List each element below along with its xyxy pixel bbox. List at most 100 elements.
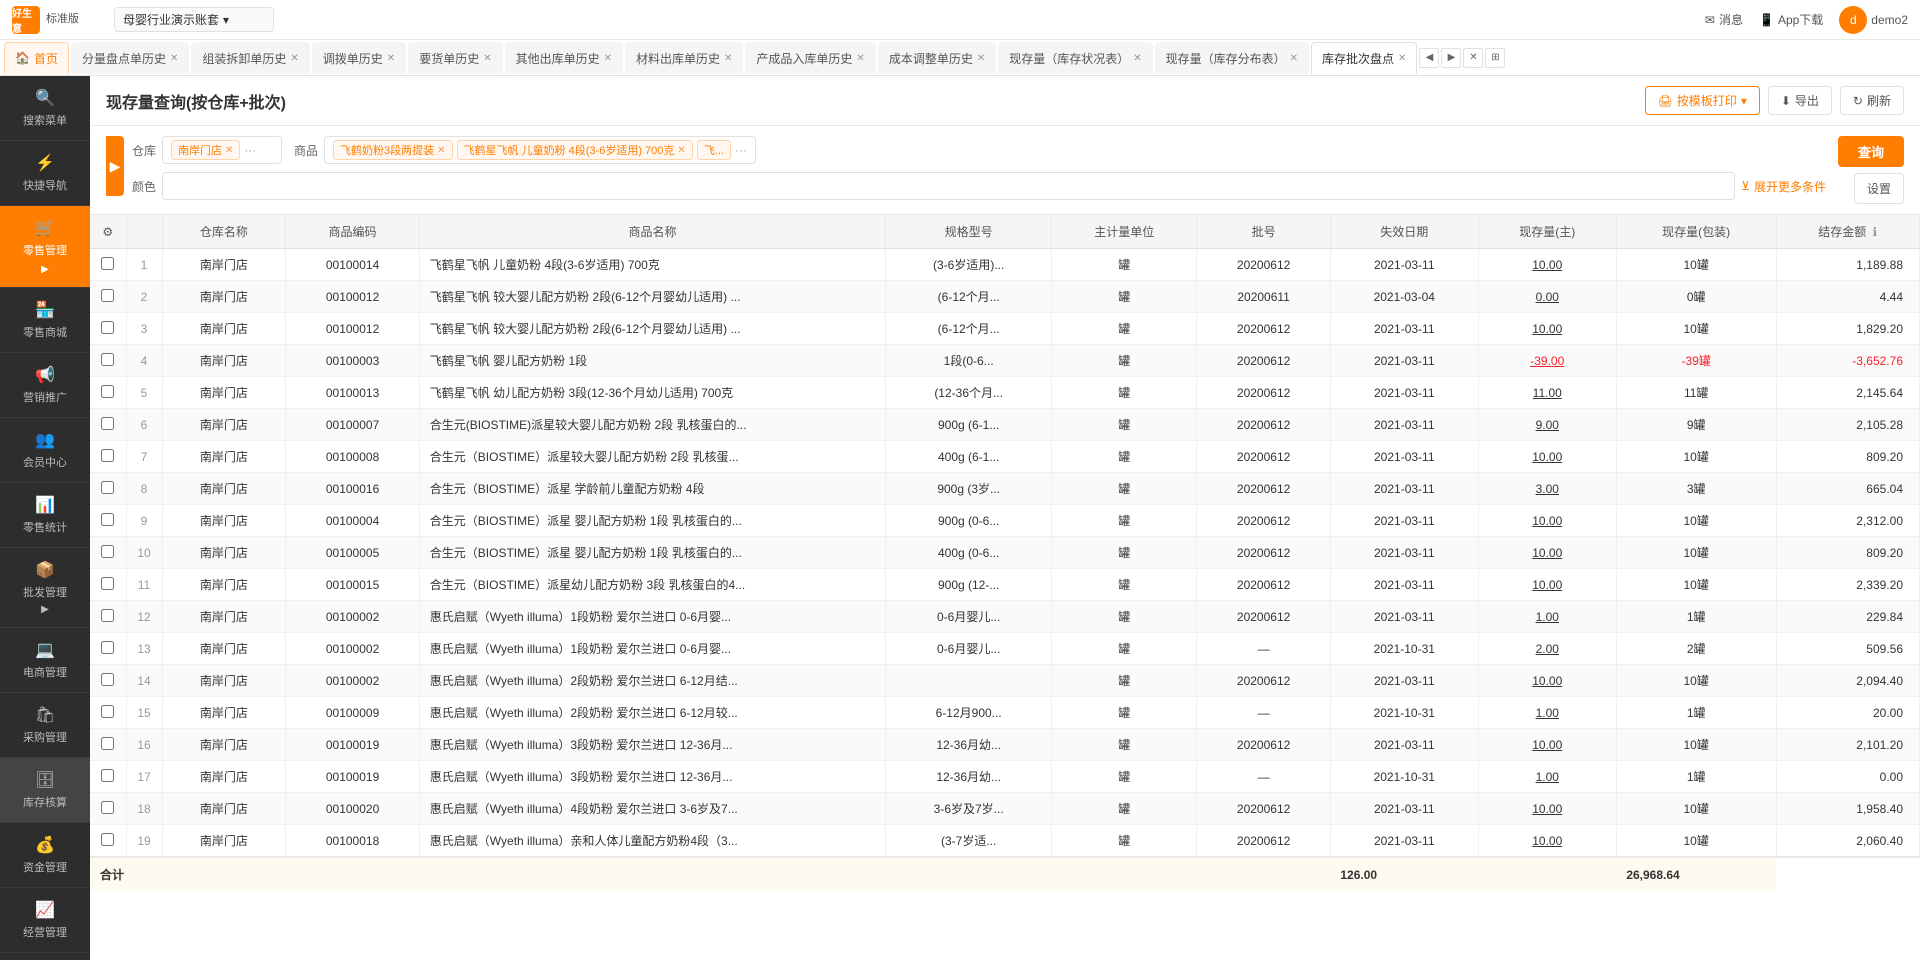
tab-cailiao[interactable]: 材料出库单历史 ✕: [625, 42, 743, 74]
row-checkbox[interactable]: [90, 377, 126, 409]
row-checkbox[interactable]: [90, 697, 126, 729]
row-checkbox[interactable]: [90, 249, 126, 281]
row-stock-main[interactable]: 1.00: [1478, 697, 1616, 729]
tab-close-cailiao[interactable]: ✕: [724, 53, 732, 64]
row-checkbox[interactable]: [90, 665, 126, 697]
tab-qita[interactable]: 其他出库单历史 ✕: [505, 42, 623, 74]
row-stock-main[interactable]: 0.00: [1478, 281, 1616, 313]
tab-close-yaohuo[interactable]: ✕: [483, 53, 491, 64]
expand-more-button[interactable]: ⊻ 展开更多条件: [1741, 178, 1826, 195]
warehouse-more[interactable]: ···: [244, 143, 256, 157]
sidebar-item-base[interactable]: ℹ 基础信息: [0, 953, 90, 960]
row-checkbox[interactable]: [90, 409, 126, 441]
sidebar-item-ecom[interactable]: 💻 电商管理: [0, 628, 90, 693]
tab-next-button[interactable]: ▶: [1441, 48, 1461, 68]
sidebar-item-purchase[interactable]: 🛍 采购管理: [0, 693, 90, 758]
row-stock-main[interactable]: 3.00: [1478, 473, 1616, 505]
info-icon[interactable]: ℹ: [1873, 225, 1878, 239]
export-button[interactable]: ⬇ 导出: [1768, 86, 1832, 115]
sidebar-item-member[interactable]: 👥 会员中心: [0, 418, 90, 483]
sidebar-item-ops[interactable]: 📈 经营管理: [0, 888, 90, 953]
tab-fenpan[interactable]: 分量盘点单历史 ✕: [71, 42, 189, 74]
app-download-button[interactable]: 📱 App下载: [1759, 11, 1823, 28]
tab-yaohuo[interactable]: 要货单历史 ✕: [408, 42, 502, 74]
user-profile[interactable]: d demo2: [1839, 6, 1908, 34]
row-checkbox[interactable]: [90, 473, 126, 505]
sidebar-item-inventory[interactable]: 🗄 库存核算: [0, 758, 90, 823]
tab-xianzailiang2[interactable]: 现存量（库存分布表） ✕: [1155, 42, 1309, 74]
row-stock-main[interactable]: 10.00: [1478, 569, 1616, 601]
tab-close-xl1[interactable]: ✕: [1133, 53, 1141, 64]
row-stock-main[interactable]: 10.00: [1478, 313, 1616, 345]
row-checkbox[interactable]: [90, 441, 126, 473]
sidebar-item-marketing[interactable]: 📢 营销推广: [0, 353, 90, 418]
org-selector[interactable]: 母婴行业演示账套 ▾: [114, 7, 274, 32]
sidebar-item-search[interactable]: 🔍 搜索菜单: [0, 76, 90, 141]
row-checkbox[interactable]: [90, 281, 126, 313]
tab-home[interactable]: 🏠 首页: [4, 42, 69, 74]
row-stock-main[interactable]: 1.00: [1478, 601, 1616, 633]
row-checkbox[interactable]: [90, 537, 126, 569]
product-more[interactable]: ···: [735, 143, 747, 157]
tab-close-all-button[interactable]: ✕: [1463, 48, 1483, 68]
settings-icon[interactable]: ⚙: [102, 225, 113, 239]
query-button[interactable]: 查询: [1838, 136, 1904, 167]
tab-close-fenpan[interactable]: ✕: [170, 53, 178, 64]
col-settings[interactable]: ⚙: [90, 215, 126, 249]
tab-chanpin[interactable]: 产成品入库单历史 ✕: [745, 42, 875, 74]
row-checkbox[interactable]: [90, 313, 126, 345]
tab-close-qita[interactable]: ✕: [604, 53, 612, 64]
tab-close-xl2[interactable]: ✕: [1290, 53, 1298, 64]
tab-tiaopi[interactable]: 调拨单历史 ✕: [312, 42, 406, 74]
row-checkbox[interactable]: [90, 793, 126, 825]
row-checkbox[interactable]: [90, 569, 126, 601]
sidebar-item-batch[interactable]: 📦 批发管理 ▶: [0, 548, 90, 628]
color-tag-container[interactable]: [162, 172, 1735, 200]
row-stock-main[interactable]: 10.00: [1478, 537, 1616, 569]
row-checkbox[interactable]: [90, 633, 126, 665]
tab-close-zuhe[interactable]: ✕: [290, 53, 298, 64]
row-stock-main[interactable]: 10.00: [1478, 505, 1616, 537]
row-checkbox[interactable]: [90, 505, 126, 537]
tab-xianzailiang1[interactable]: 现存量（库存状况表） ✕: [998, 42, 1152, 74]
row-stock-main[interactable]: 10.00: [1478, 441, 1616, 473]
tab-prev-button[interactable]: ◀: [1419, 48, 1439, 68]
tab-close-chengben[interactable]: ✕: [977, 53, 985, 64]
sidebar-item-stats[interactable]: 📊 零售统计: [0, 483, 90, 548]
tab-close-tiaopi[interactable]: ✕: [387, 53, 395, 64]
tab-close-chanpin[interactable]: ✕: [856, 53, 864, 64]
row-checkbox[interactable]: [90, 761, 126, 793]
row-stock-main[interactable]: 2.00: [1478, 633, 1616, 665]
product-tag-1-close[interactable]: ✕: [437, 145, 445, 156]
row-stock-main[interactable]: -39.00: [1478, 345, 1616, 377]
row-stock-main[interactable]: 11.00: [1478, 377, 1616, 409]
tab-kucu[interactable]: 库存批次盘点 ✕: [1311, 42, 1417, 74]
row-stock-main[interactable]: 1.00: [1478, 761, 1616, 793]
message-button[interactable]: ✉ 消息: [1705, 11, 1743, 28]
warehouse-tag-close[interactable]: ✕: [225, 145, 233, 156]
row-checkbox[interactable]: [90, 345, 126, 377]
row-stock-main[interactable]: 10.00: [1478, 665, 1616, 697]
sidebar-item-retail[interactable]: 🛒 零售管理 ▶: [0, 206, 90, 288]
row-stock-main[interactable]: 10.00: [1478, 729, 1616, 761]
sidebar-item-finance[interactable]: 💰 资金管理: [0, 823, 90, 888]
expand-filter-button[interactable]: ▶: [106, 136, 124, 196]
tab-close-kucu[interactable]: ✕: [1398, 53, 1406, 64]
tab-chengben[interactable]: 成本调整单历史 ✕: [878, 42, 996, 74]
row-checkbox[interactable]: [90, 601, 126, 633]
row-checkbox[interactable]: [90, 825, 126, 858]
sidebar-item-shop[interactable]: 🏪 零售商城: [0, 288, 90, 353]
sidebar-item-quick[interactable]: ⚡ 快捷导航: [0, 141, 90, 206]
product-tag-2-close[interactable]: ✕: [677, 145, 685, 156]
tab-zuhe[interactable]: 组装拆卸单历史 ✕: [191, 42, 309, 74]
row-checkbox[interactable]: [90, 729, 126, 761]
warehouse-tag-container[interactable]: 南岸门店 ✕ ···: [162, 136, 282, 164]
row-stock-main[interactable]: 10.00: [1478, 793, 1616, 825]
settings-button[interactable]: 设置: [1854, 173, 1904, 204]
product-tag-container[interactable]: 飞鹤奶粉3段两提装 ✕ 飞鹤星飞帆 儿童奶粉 4段(3-6岁适用) 700克 ✕: [324, 136, 756, 164]
print-button[interactable]: 🖨 按模板打印 ▾: [1645, 86, 1760, 115]
row-stock-main[interactable]: 10.00: [1478, 825, 1616, 858]
refresh-button[interactable]: ↻ 刷新: [1840, 86, 1904, 115]
row-stock-main[interactable]: 10.00: [1478, 249, 1616, 281]
row-stock-main[interactable]: 9.00: [1478, 409, 1616, 441]
